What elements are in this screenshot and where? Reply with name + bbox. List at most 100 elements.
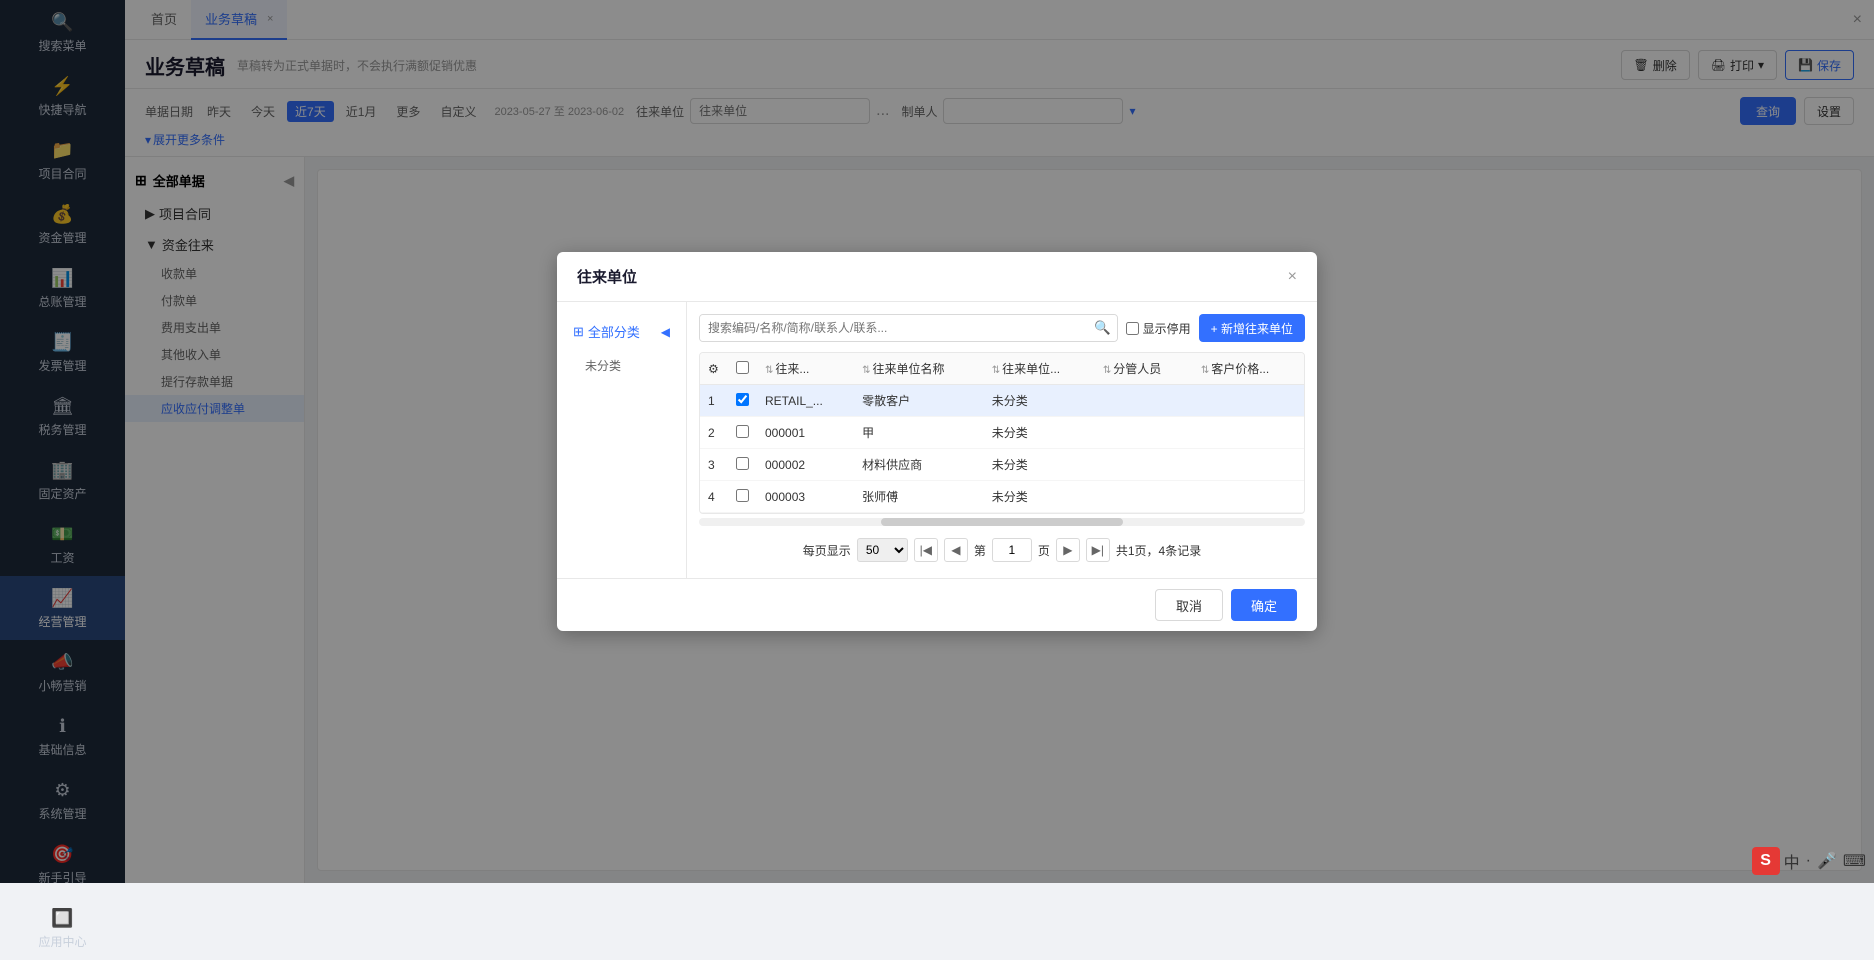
sidebar-item-app[interactable]: 🔲 应用中心 [0, 896, 125, 960]
row3-mgr [1095, 449, 1193, 481]
keyboard-icon[interactable]: ⌨ [1843, 851, 1866, 871]
row1-cat: 未分类 [984, 385, 1095, 417]
row3-code: 000002 [757, 449, 854, 481]
add-partner-button[interactable]: + 新增往来单位 [1199, 314, 1305, 342]
page-label: 第 [974, 542, 986, 559]
zhong-icon[interactable]: 中 [1784, 849, 1800, 873]
cancel-button[interactable]: 取消 [1155, 589, 1223, 621]
row4-checkbox[interactable] [736, 489, 749, 502]
sort-code-icon[interactable] [765, 362, 775, 376]
horizontal-scrollbar[interactable] [699, 518, 1305, 526]
unclassified-item[interactable]: 未分类 [557, 349, 686, 382]
dialog-title: 往来单位 [577, 266, 637, 287]
select-all-checkbox[interactable] [736, 361, 749, 374]
next-page-btn[interactable]: ▶ [1056, 538, 1080, 562]
row3-check[interactable] [728, 449, 757, 481]
sidebar-item-label: 应用中心 [38, 933, 86, 950]
sort-price-icon[interactable] [1201, 362, 1211, 376]
dialog-partner: 往来单位 × ⊞ 全部分类 ◀ 未分类 [557, 252, 1317, 631]
show-disabled-text: 显示停用 [1143, 320, 1191, 337]
th-category: 往来单位... [984, 353, 1095, 385]
row3-num: 3 [700, 449, 728, 481]
mic-icon[interactable]: 🎤 [1817, 851, 1837, 871]
row2-checkbox[interactable] [736, 425, 749, 438]
row1-check[interactable] [728, 385, 757, 417]
prev-page-btn[interactable]: ◀ [944, 538, 968, 562]
row1-name: 零散客户 [854, 385, 984, 417]
partner-search-button[interactable]: 🔍 [1089, 315, 1117, 341]
partner-search-box: 🔍 [699, 314, 1118, 342]
corner-logo: S 中 · 🎤 ⌨ [1752, 847, 1866, 875]
table-row[interactable]: 4 000003 张师傅 未分类 [700, 481, 1304, 513]
dot-icon: · [1806, 852, 1811, 870]
row3-price [1193, 449, 1304, 481]
row3-name: 材料供应商 [854, 449, 984, 481]
th-checkbox[interactable] [728, 353, 757, 385]
row1-code: RETAIL_... [757, 385, 854, 417]
row2-name: 甲 [854, 417, 984, 449]
first-page-btn[interactable]: |◀ [914, 538, 938, 562]
per-page-select[interactable]: 50 100 [857, 538, 908, 562]
dialog-actions: 取消 确定 [557, 578, 1317, 631]
dialog-sidebar: ⊞ 全部分类 ◀ 未分类 [557, 302, 687, 578]
per-page-label: 每页显示 [803, 542, 851, 559]
dialog-body: ⊞ 全部分类 ◀ 未分类 🔍 [557, 302, 1317, 578]
row1-checkbox[interactable] [736, 393, 749, 406]
all-category-label: 全部分类 [588, 322, 640, 341]
th-manager: 分管人员 [1095, 353, 1193, 385]
row4-cat: 未分类 [984, 481, 1095, 513]
row2-mgr [1095, 417, 1193, 449]
dialog-header: 往来单位 × [557, 252, 1317, 302]
partner-search-input[interactable] [700, 315, 1089, 341]
confirm-button[interactable]: 确定 [1231, 589, 1297, 621]
table-row[interactable]: 2 000001 甲 未分类 [700, 417, 1304, 449]
table-header-row: ⚙ 往来... 往来单位名称 往来单位... 分管人员 客户价格... [700, 353, 1304, 385]
sort-cat-icon[interactable] [992, 362, 1002, 376]
last-page-btn[interactable]: ▶| [1086, 538, 1110, 562]
dialog-main: 🔍 显示停用 + 新增往来单位 ⚙ [687, 302, 1317, 578]
row4-check[interactable] [728, 481, 757, 513]
sort-mgr-icon[interactable] [1103, 362, 1113, 376]
row3-cat: 未分类 [984, 449, 1095, 481]
partner-table: ⚙ 往来... 往来单位名称 往来单位... 分管人员 客户价格... [700, 353, 1304, 513]
page-suffix: 页 [1038, 542, 1050, 559]
row2-code: 000001 [757, 417, 854, 449]
row4-mgr [1095, 481, 1193, 513]
sidebar-collapse-icon[interactable]: ◀ [661, 325, 670, 339]
total-label: 共1页，4条记录 [1116, 542, 1201, 559]
row4-name: 张师傅 [854, 481, 984, 513]
corner-tools: 中 · 🎤 ⌨ [1784, 849, 1866, 873]
pagination: 每页显示 50 100 |◀ ◀ 第 页 ▶ ▶| 共1页，4条记录 [699, 530, 1305, 566]
logo-s-icon: S [1752, 847, 1780, 875]
th-name: 往来单位名称 [854, 353, 984, 385]
row1-mgr [1095, 385, 1193, 417]
th-code: 往来... [757, 353, 854, 385]
row4-num: 4 [700, 481, 728, 513]
table-row[interactable]: 1 RETAIL_... 零散客户 未分类 [700, 385, 1304, 417]
search-icon: 🔍 [1094, 320, 1111, 336]
show-disabled-label[interactable]: 显示停用 [1126, 320, 1191, 337]
table-row[interactable]: 3 000002 材料供应商 未分类 [700, 449, 1304, 481]
row4-code: 000003 [757, 481, 854, 513]
dialog-close-button[interactable]: × [1288, 268, 1297, 286]
show-disabled-checkbox[interactable] [1126, 322, 1139, 335]
sort-name-icon[interactable] [862, 362, 872, 376]
app-icon: 🔲 [51, 908, 73, 929]
modal-overlay: 往来单位 × ⊞ 全部分类 ◀ 未分类 [0, 0, 1874, 883]
scrollbar-thumb [881, 518, 1123, 526]
dialog-toolbar: 🔍 显示停用 + 新增往来单位 [699, 314, 1305, 342]
row4-price [1193, 481, 1304, 513]
page-input[interactable] [992, 538, 1032, 562]
grid-icon2: ⊞ [573, 324, 584, 340]
partner-table-wrap: ⚙ 往来... 往来单位名称 往来单位... 分管人员 客户价格... [699, 352, 1305, 514]
row3-checkbox[interactable] [736, 457, 749, 470]
th-settings[interactable]: ⚙ [700, 353, 728, 385]
row1-num: 1 [700, 385, 728, 417]
row2-num: 2 [700, 417, 728, 449]
row2-cat: 未分类 [984, 417, 1095, 449]
row2-price [1193, 417, 1304, 449]
row2-check[interactable] [728, 417, 757, 449]
all-category-btn[interactable]: ⊞ 全部分类 ◀ [557, 314, 686, 349]
th-price: 客户价格... [1193, 353, 1304, 385]
row1-price [1193, 385, 1304, 417]
